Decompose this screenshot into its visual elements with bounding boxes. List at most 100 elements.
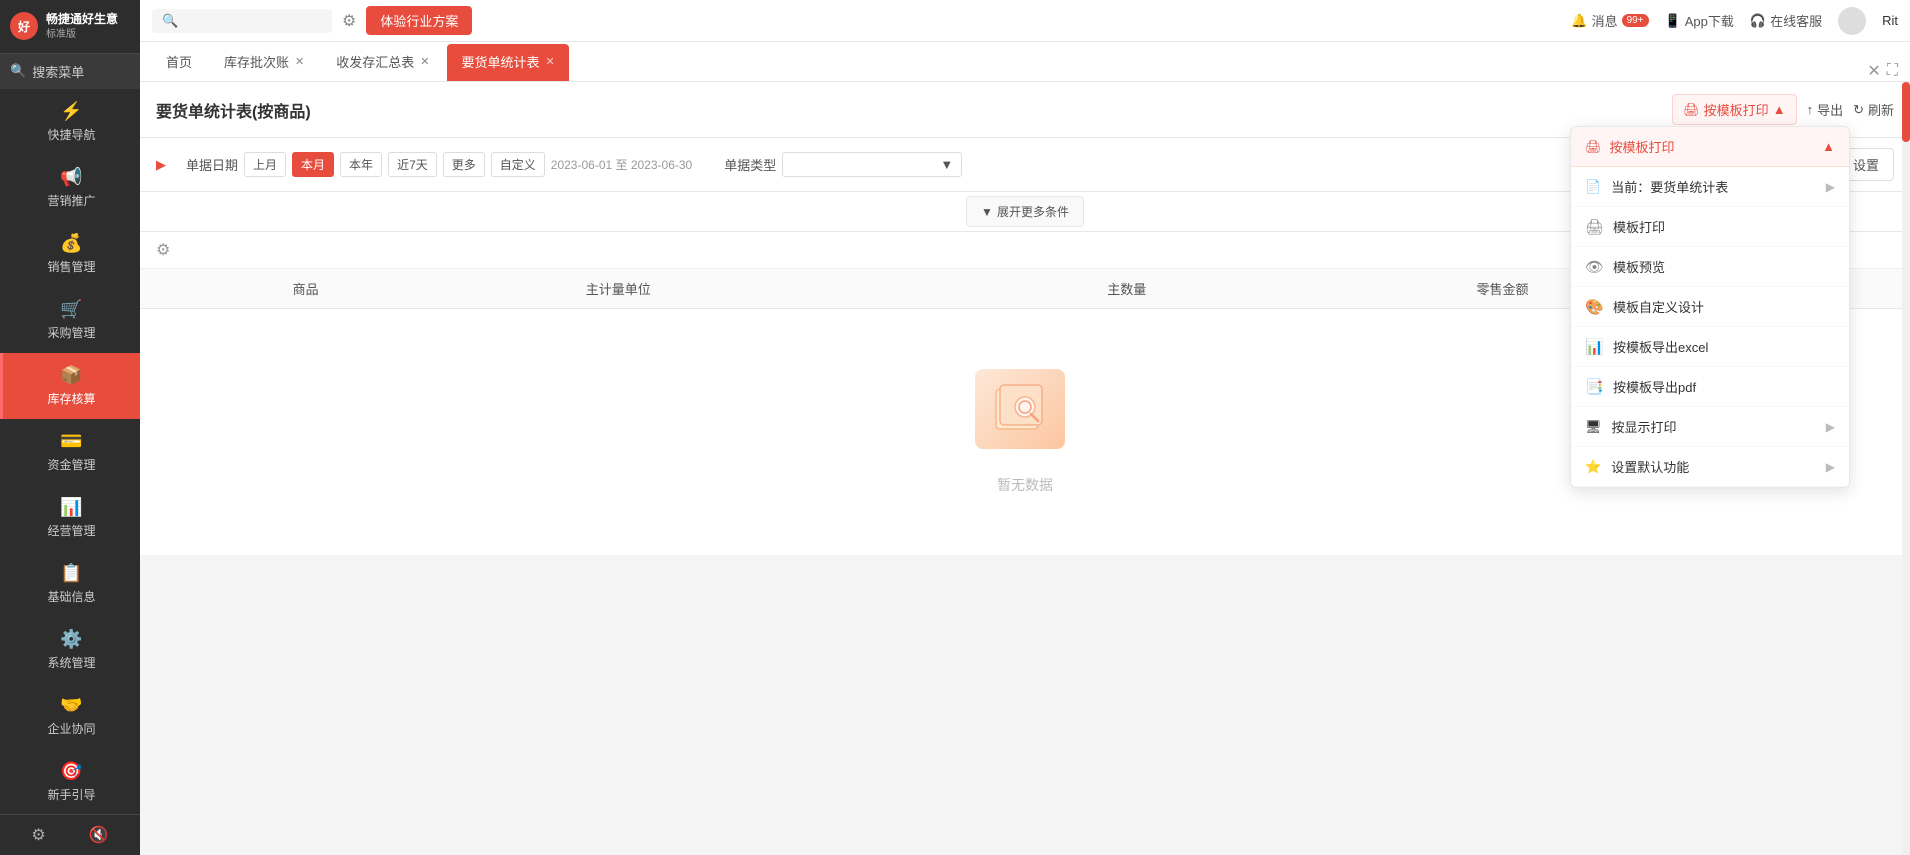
sidebar-item-sales[interactable]: 💰销售管理 — [0, 221, 140, 287]
dropdown-template-preview[interactable]: 👁 模板预览 — [1571, 247, 1849, 287]
print-template-button[interactable]: 🖨 按模板打印 ▲ — [1672, 94, 1796, 125]
sidebar-item-collab[interactable]: 🤝企业协同 — [0, 683, 140, 749]
export-icon: ↑ — [1807, 102, 1814, 117]
nav-icon-basic: 📋 — [60, 563, 82, 584]
sidebar-item-basic[interactable]: 📋 基础信息 — [0, 551, 140, 617]
template-print-label: 模板打印 — [1613, 217, 1665, 236]
app-download-label: App下载 — [1685, 11, 1734, 30]
tab-inventory-batch[interactable]: 库存批次账 ✕ — [210, 44, 318, 81]
doc-icon: 📄 — [1585, 179, 1601, 195]
sidebar-item-operation[interactable]: 📊 经营管理 — [0, 485, 140, 551]
dropdown-close-area[interactable]: ▲ — [1822, 139, 1835, 154]
date-btn-this-year[interactable]: 本年 — [340, 152, 382, 177]
chevron-right-icon3: ▶ — [1826, 460, 1835, 474]
topbar-search-box[interactable]: 🔍 — [152, 9, 332, 33]
chevron-up-icon: ▲ — [1773, 102, 1786, 117]
empty-icon — [975, 369, 1075, 459]
dropdown-export-pdf[interactable]: 📑 按模板导出pdf — [1571, 367, 1849, 407]
date-btn-this-month[interactable]: 本月 — [292, 152, 334, 177]
dropdown-title: 按模板打印 — [1610, 137, 1675, 156]
printer-icon-header: 🖨 — [1585, 139, 1602, 155]
window-close-icon[interactable]: ✕ — [1867, 61, 1880, 81]
dropdown-current-template[interactable]: 📄 当前：要货单统计表 ▶ — [1571, 167, 1849, 207]
tabs-bar: 首页 库存批次账 ✕ 收发存汇总表 ✕ 要货单统计表 ✕ ✕ ⛶ — [140, 42, 1910, 82]
nav-icon-collab: 🤝 — [60, 695, 82, 716]
bell-icon: 🔔 — [1571, 13, 1587, 29]
tab-inventory-batch-label: 库存批次账 — [224, 52, 289, 71]
col-unit: 主计量单位 — [574, 269, 1096, 309]
date-btn-7days[interactable]: 近7天 — [388, 152, 437, 177]
window-expand-icon[interactable]: ⛶ — [1887, 62, 1898, 80]
nav-icon-purchase: 🛒 — [60, 299, 82, 320]
tab-order-stats[interactable]: 要货单统计表 ✕ — [447, 44, 568, 81]
template-preview-label: 模板预览 — [1613, 257, 1665, 276]
page-title: 要货单统计表(按商品) — [156, 98, 311, 122]
app-download-button[interactable]: 📱 App下载 — [1665, 11, 1734, 30]
sidebar-search[interactable]: 🔍 搜索菜单 — [0, 54, 140, 89]
doc-type-label: 单据类型 — [724, 155, 776, 174]
close-tab-order-stats[interactable]: ✕ — [546, 55, 555, 68]
display-icon: 🖥 — [1585, 419, 1602, 435]
settings-icon[interactable]: ⚙ — [31, 825, 45, 845]
dropdown-template-print[interactable]: 🖨 模板打印 — [1571, 207, 1849, 247]
design-icon: 🎨 — [1585, 298, 1603, 316]
sidebar-item-finance[interactable]: 💳 资金管理 — [0, 419, 140, 485]
close-tab-inventory-batch[interactable]: ✕ — [295, 55, 304, 68]
sidebar: 好 畅捷通好生意 标准版 🔍 搜索菜单 ⚡快捷导航📢营销推广💰销售管理🛒采购管理… — [0, 0, 140, 855]
date-range-display: 2023-06-01 至 2023-06-30 — [551, 156, 692, 173]
tab-collection-summary[interactable]: 收发存汇总表 ✕ — [322, 44, 443, 81]
col-quantity: 主数量 — [1095, 269, 1464, 309]
sidebar-item-purchase[interactable]: 🛒采购管理 — [0, 287, 140, 353]
current-template-label: 当前：要货单统计表 — [1611, 177, 1728, 196]
nav-icon-finance: 💳 — [60, 431, 82, 452]
nav-icon-operation: 📊 — [60, 497, 82, 518]
right-scrollbar[interactable] — [1902, 82, 1910, 855]
sidebar-item-quick-nav[interactable]: ⚡快捷导航 — [0, 89, 140, 155]
dropdown-display-print[interactable]: 🖥 按显示打印 ▶ — [1571, 407, 1849, 447]
online-support-button[interactable]: 🎧 在线客服 — [1750, 11, 1822, 30]
sidebar-item-system[interactable]: ⚙️系统管理 — [0, 617, 140, 683]
table-settings-icon[interactable]: ⚙ — [156, 240, 170, 260]
sidebar-item-inventory[interactable]: 📦库存核算 — [0, 353, 140, 419]
close-tab-collection-summary[interactable]: ✕ — [420, 55, 429, 68]
trial-industry-button[interactable]: 体验行业方案 — [366, 6, 472, 35]
expand-more-button[interactable]: ▼ 展开更多条件 — [966, 196, 1084, 227]
expand-icon: ▼ — [981, 205, 993, 219]
date-btn-last-month[interactable]: 上月 — [244, 152, 286, 177]
dropdown-template-design[interactable]: 🎨 模板自定义设计 — [1571, 287, 1849, 327]
tab-home[interactable]: 首页 — [152, 44, 206, 81]
doc-type-select[interactable]: ▼ — [782, 152, 962, 177]
nav-label-quick-nav: 快捷导航 — [47, 126, 95, 143]
messages-button[interactable]: 🔔 消息 99+ — [1571, 11, 1648, 30]
export-pdf-label: 按模板导出pdf — [1613, 377, 1696, 396]
tab-order-stats-label: 要货单统计表 — [461, 52, 539, 71]
date-btn-custom[interactable]: 自定义 — [491, 152, 545, 177]
sidebar-logo: 好 畅捷通好生意 标准版 — [0, 0, 140, 54]
export-button[interactable]: ↑ 导出 — [1807, 100, 1844, 119]
nav-label-basic: 基础信息 — [47, 588, 95, 605]
excel-icon: 📊 — [1585, 338, 1603, 356]
export-excel-label: 按模板导出excel — [1613, 337, 1708, 356]
dropdown-set-default[interactable]: ⭐ 设置默认功能 ▶ — [1571, 447, 1849, 487]
sidebar-navigation: ⚡快捷导航📢营销推广💰销售管理🛒采购管理📦库存核算 💳 资金管理 📊 经营管理 📋 基础信息… — [0, 89, 140, 814]
sidebar-item-guide[interactable]: 🎯新手引导 — [0, 749, 140, 814]
mute-icon[interactable]: 🔇 — [89, 825, 109, 845]
app-name: 畅捷通好生意 — [46, 12, 118, 26]
sidebar-item-marketing[interactable]: 📢营销推广 — [0, 155, 140, 221]
headset-icon: 🎧 — [1750, 13, 1766, 29]
user-avatar[interactable] — [1838, 7, 1866, 35]
nav-label-finance: 资金管理 — [47, 456, 95, 473]
nav-icon-guide: 🎯 — [60, 761, 82, 782]
refresh-button[interactable]: ↻ 刷新 — [1853, 100, 1894, 119]
nav-label-operation: 经营管理 — [47, 522, 95, 539]
filter-expand-arrow[interactable]: ▶ — [156, 157, 166, 173]
expand-more-label: 展开更多条件 — [997, 203, 1069, 220]
date-btn-more[interactable]: 更多 — [443, 152, 485, 177]
tab-collection-summary-label: 收发存汇总表 — [336, 52, 414, 71]
page-actions: 🖨 按模板打印 ▲ ↑ 导出 ↻ 刷新 — [1672, 94, 1894, 125]
sidebar-search-label: 搜索菜单 — [32, 62, 84, 81]
nav-label-sales: 销售管理 — [47, 258, 95, 275]
settings-gear-icon[interactable]: ⚙ — [342, 11, 356, 31]
eye-icon: 👁 — [1585, 258, 1603, 276]
dropdown-export-excel[interactable]: 📊 按模板导出excel — [1571, 327, 1849, 367]
